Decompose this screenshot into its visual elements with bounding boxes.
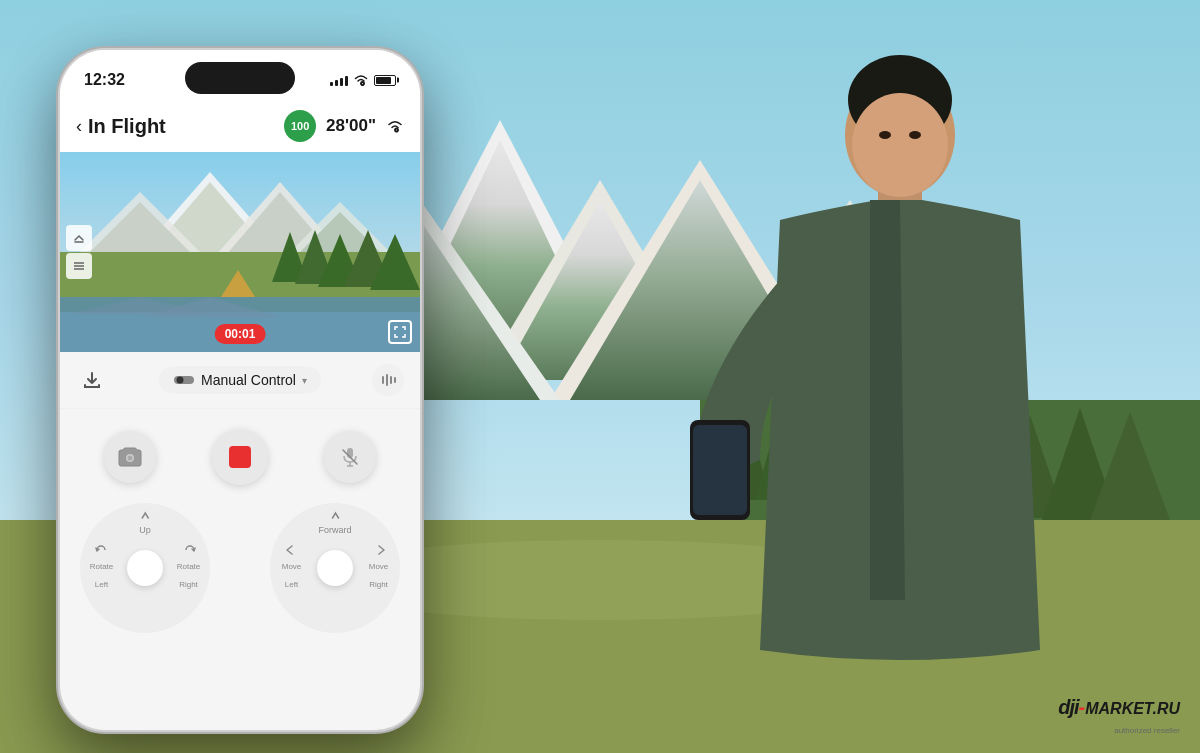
video-scene-svg xyxy=(60,152,420,352)
joystick-icon xyxy=(173,373,195,387)
phone-wrapper: 12:32 xyxy=(60,50,440,730)
expand-button[interactable] xyxy=(388,320,412,344)
rotate-left-label: RotateLeft xyxy=(84,545,119,591)
right-dpad-knob xyxy=(317,550,353,586)
svg-point-30 xyxy=(909,131,921,139)
signal-bar-1 xyxy=(330,82,333,86)
back-button[interactable]: ‹ xyxy=(76,116,82,137)
signal-bar-4 xyxy=(345,76,348,86)
video-sidebar xyxy=(66,225,92,279)
svg-rect-59 xyxy=(386,374,388,386)
mic-button[interactable] xyxy=(324,431,376,483)
svg-rect-58 xyxy=(382,376,384,384)
mic-muted-icon xyxy=(339,446,361,468)
move-left-label: MoveLeft xyxy=(274,545,309,591)
connection-wifi-icon xyxy=(386,119,404,133)
right-dpad[interactable]: Forward MoveLeft MoveRight xyxy=(270,503,400,633)
video-preview[interactable]: 00:01 xyxy=(60,152,420,352)
left-dpad[interactable]: Up RotateLeft RotateRight xyxy=(80,503,210,633)
status-time: 12:32 xyxy=(84,71,125,89)
dji-logo-text: dji xyxy=(1058,696,1078,719)
header-right: 100 28'00" xyxy=(284,110,404,142)
dpad-up-text: Up xyxy=(139,525,151,535)
phone-notch xyxy=(185,62,295,94)
status-icons xyxy=(330,74,396,86)
camera-button[interactable] xyxy=(104,431,156,483)
svg-rect-61 xyxy=(394,377,396,383)
rotate-right-text: RotateRight xyxy=(177,562,201,589)
dpad-up-label: Up xyxy=(139,511,151,537)
market-text: MARKET.RU xyxy=(1085,700,1180,718)
rotate-left-text: RotateLeft xyxy=(90,562,114,589)
dji-branding: dji - MARKET.RU authorized reseller xyxy=(1058,696,1180,737)
mode-label: Manual Control xyxy=(201,372,296,388)
drone-battery-indicator: 100 xyxy=(284,110,316,142)
dji-hyphen: - xyxy=(1079,696,1086,719)
joystick-controls: Up RotateLeft RotateRight xyxy=(60,495,420,649)
rotate-right-label: RotateRight xyxy=(171,545,206,591)
page-title: In Flight xyxy=(88,115,166,138)
wifi-icon xyxy=(353,74,369,86)
sidebar-menu-btn[interactable] xyxy=(66,253,92,279)
svg-point-28 xyxy=(852,93,948,197)
svg-point-29 xyxy=(879,131,891,139)
left-dpad-knob xyxy=(127,550,163,586)
phone: 12:32 xyxy=(60,50,420,730)
svg-rect-32 xyxy=(693,425,747,515)
mode-chevron-icon: ▾ xyxy=(302,375,307,386)
signal-bar-3 xyxy=(340,78,343,86)
move-right-text: MoveRight xyxy=(369,562,389,589)
move-right-label: MoveRight xyxy=(361,545,396,591)
svg-point-63 xyxy=(128,456,133,461)
svg-point-57 xyxy=(177,377,184,384)
download-button[interactable] xyxy=(76,364,108,396)
signal-bars-icon xyxy=(330,74,348,86)
sidebar-up-btn[interactable] xyxy=(66,225,92,251)
forward-text: Forward xyxy=(318,525,351,535)
camera-icon xyxy=(117,446,143,468)
record-stop-icon xyxy=(229,446,251,468)
audio-button[interactable] xyxy=(372,364,404,396)
recording-timer: 00:01 xyxy=(215,324,266,344)
mode-selector[interactable]: Manual Control ▾ xyxy=(159,366,321,394)
flight-time: 28'00" xyxy=(326,116,376,136)
signal-bar-2 xyxy=(335,80,338,86)
mode-bar: Manual Control ▾ xyxy=(60,352,420,409)
battery-icon xyxy=(374,75,396,86)
authorized-reseller-text: authorized reseller xyxy=(1114,726,1180,735)
svg-rect-60 xyxy=(390,376,392,384)
record-button[interactable] xyxy=(212,429,268,485)
drone-battery-pct: 100 xyxy=(291,120,309,132)
header-left: ‹ In Flight xyxy=(76,115,166,138)
move-left-text: MoveLeft xyxy=(282,562,302,589)
battery-fill xyxy=(376,77,391,84)
app-header: ‹ In Flight 100 28'00" xyxy=(60,102,420,152)
action-buttons-row xyxy=(60,409,420,495)
dpad-forward-label: Forward xyxy=(318,511,351,537)
